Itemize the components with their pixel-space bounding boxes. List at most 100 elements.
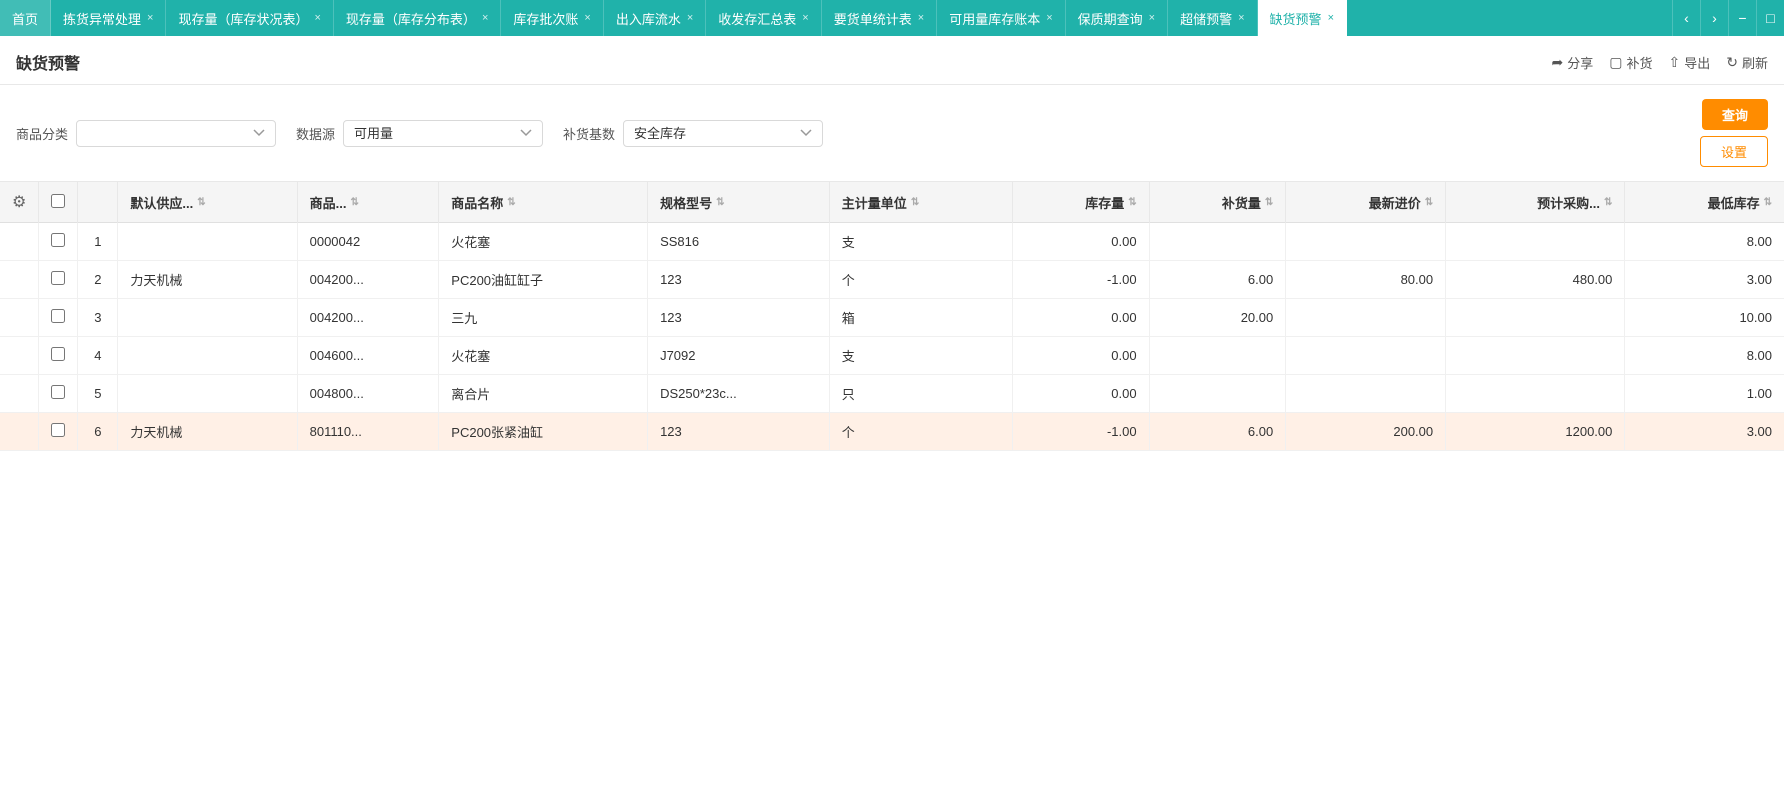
row-estimated-purchase-2 bbox=[1446, 299, 1625, 337]
tab-recv-summary[interactable]: 收发存汇总表 × bbox=[706, 0, 821, 36]
sort-icon-latest-price: ⇅ bbox=[1425, 197, 1433, 208]
row-spec-2: 123 bbox=[648, 299, 830, 337]
row-checkbox-5[interactable] bbox=[51, 423, 65, 437]
replenish-button[interactable]: ▢ 补货 bbox=[1609, 53, 1652, 72]
tab-available-ledger[interactable]: 可用量库存账本 × bbox=[937, 0, 1065, 36]
tab-batch-account[interactable]: 库存批次账 × bbox=[501, 0, 603, 36]
settings-button[interactable]: 设置 bbox=[1700, 136, 1768, 167]
page-content: 缺货预警 ➦ 分享 ▢ 补货 ⇧ 导出 ↻ 刷新 商品分类 bbox=[0, 36, 1784, 796]
sort-icon-stock-qty: ⇅ bbox=[1128, 197, 1136, 208]
sort-estimated-purchase[interactable]: 预计采购... ⇅ bbox=[1537, 193, 1612, 212]
row-goods-name-4: 离合片 bbox=[439, 375, 648, 413]
table-body: 1 0000042 火花塞 SS816 支 0.00 8.00 2 力天机械 0… bbox=[0, 223, 1784, 451]
sort-icon-unit: ⇅ bbox=[911, 197, 919, 208]
row-gear-cell bbox=[0, 413, 39, 451]
refresh-button[interactable]: ↻ 刷新 bbox=[1726, 53, 1768, 72]
row-checkbox-3[interactable] bbox=[51, 347, 65, 361]
tab-home[interactable]: 首页 bbox=[0, 0, 51, 36]
row-checkbox-0[interactable] bbox=[51, 233, 65, 247]
row-gear-cell bbox=[0, 261, 39, 299]
sort-spec[interactable]: 规格型号 ⇅ bbox=[660, 193, 724, 212]
tab-close-inout-flow[interactable]: × bbox=[687, 12, 693, 24]
table-row: 4 004600... 火花塞 J7092 支 0.00 8.00 bbox=[0, 337, 1784, 375]
table-row: 2 力天机械 004200... PC200油缸缸子 123 个 -1.00 6… bbox=[0, 261, 1784, 299]
row-latest-price-3 bbox=[1286, 337, 1446, 375]
sort-goods-code[interactable]: 商品... ⇅ bbox=[310, 193, 359, 212]
table-settings-btn[interactable]: ⚙ bbox=[12, 192, 26, 212]
datasource-select[interactable]: 可用量 bbox=[343, 120, 543, 147]
refresh-icon: ↻ bbox=[1726, 54, 1738, 71]
column-replenish-qty: 补货量 ⇅ bbox=[1149, 182, 1286, 223]
table-header-row: ⚙ 默认供应... ⇅ 商品... bbox=[0, 182, 1784, 223]
tab-close-demand-stats[interactable]: × bbox=[918, 12, 924, 24]
row-replenish-qty-4 bbox=[1149, 375, 1286, 413]
row-num-5: 6 bbox=[78, 413, 118, 451]
page-header: 缺货预警 ➦ 分享 ▢ 补货 ⇧ 导出 ↻ 刷新 bbox=[0, 36, 1784, 85]
column-min-stock: 最低库存 ⇅ bbox=[1625, 182, 1784, 223]
row-latest-price-0 bbox=[1286, 223, 1446, 261]
sort-stock-qty[interactable]: 库存量 ⇅ bbox=[1085, 193, 1136, 212]
tab-shortage[interactable]: 缺货预警 × bbox=[1258, 0, 1347, 36]
row-min-stock-2: 10.00 bbox=[1625, 299, 1784, 337]
sort-icon-replenish-qty: ⇅ bbox=[1265, 197, 1273, 208]
row-goods-name-2: 三九 bbox=[439, 299, 648, 337]
tab-stock-dist[interactable]: 现存量（库存分布表） × bbox=[334, 0, 501, 36]
export-button[interactable]: ⇧ 导出 bbox=[1669, 53, 1711, 72]
row-estimated-purchase-0 bbox=[1446, 223, 1625, 261]
sort-icon-supplier: ⇅ bbox=[197, 197, 205, 208]
tab-demand-stats[interactable]: 要货单统计表 × bbox=[822, 0, 937, 36]
tab-close-recv-summary[interactable]: × bbox=[802, 12, 808, 24]
tab-inout-flow[interactable]: 出入库流水 × bbox=[604, 0, 706, 36]
table-row: 3 004200... 三九 123 箱 0.00 20.00 10.00 bbox=[0, 299, 1784, 337]
row-unit-0: 支 bbox=[829, 223, 1012, 261]
share-button[interactable]: ➦ 分享 bbox=[1552, 53, 1594, 72]
datasource-filter-group: 数据源 可用量 bbox=[296, 120, 543, 147]
row-spec-5: 123 bbox=[648, 413, 830, 451]
row-gear-cell bbox=[0, 337, 39, 375]
tab-close-batch-account[interactable]: × bbox=[584, 12, 590, 24]
column-supplier: 默认供应... ⇅ bbox=[118, 182, 297, 223]
tab-close-stock-status[interactable]: × bbox=[314, 12, 320, 24]
row-checkbox-cell bbox=[39, 223, 78, 261]
tab-overstock[interactable]: 超储预警 × bbox=[1168, 0, 1257, 36]
row-num-0: 1 bbox=[78, 223, 118, 261]
tab-maximize-btn[interactable]: □ bbox=[1756, 0, 1784, 36]
row-replenish-qty-5: 6.00 bbox=[1149, 413, 1286, 451]
row-checkbox-1[interactable] bbox=[51, 271, 65, 285]
column-goods-name: 商品名称 ⇅ bbox=[439, 182, 648, 223]
filter-area: 商品分类 数据源 可用量 补货基数 安全库存 查询 设置 bbox=[0, 85, 1784, 182]
tab-expiry-query[interactable]: 保质期查询 × bbox=[1066, 0, 1168, 36]
sort-latest-price[interactable]: 最新进价 ⇅ bbox=[1369, 193, 1433, 212]
sort-replenish-qty[interactable]: 补货量 ⇅ bbox=[1222, 193, 1273, 212]
tab-stock-status[interactable]: 现存量（库存状况表） × bbox=[166, 0, 333, 36]
row-goods-name-1: PC200油缸缸子 bbox=[439, 261, 648, 299]
category-select[interactable] bbox=[76, 120, 276, 147]
table-container: ⚙ 默认供应... ⇅ 商品... bbox=[0, 182, 1784, 451]
sort-min-stock[interactable]: 最低库存 ⇅ bbox=[1708, 193, 1772, 212]
tab-close-abnormal[interactable]: × bbox=[147, 12, 153, 24]
row-supplier-5: 力天机械 bbox=[118, 413, 297, 451]
tab-close-shortage[interactable]: × bbox=[1328, 12, 1334, 24]
sort-unit[interactable]: 主计量单位 ⇅ bbox=[842, 193, 919, 212]
replenish-icon: ▢ bbox=[1609, 54, 1622, 71]
tab-scroll-right-btn[interactable]: › bbox=[1700, 0, 1728, 36]
row-gear-cell bbox=[0, 375, 39, 413]
column-spec: 规格型号 ⇅ bbox=[648, 182, 830, 223]
tab-close-available-ledger[interactable]: × bbox=[1046, 12, 1052, 24]
query-button[interactable]: 查询 bbox=[1702, 99, 1768, 130]
sort-supplier[interactable]: 默认供应... ⇅ bbox=[130, 193, 205, 212]
row-spec-4: DS250*23c... bbox=[648, 375, 830, 413]
sort-goods-name[interactable]: 商品名称 ⇅ bbox=[451, 193, 515, 212]
tab-abnormal[interactable]: 拣货异常处理 × bbox=[51, 0, 166, 36]
tab-close-expiry-query[interactable]: × bbox=[1149, 12, 1155, 24]
column-gear: ⚙ bbox=[0, 182, 39, 223]
tab-close-overstock[interactable]: × bbox=[1238, 12, 1244, 24]
row-min-stock-4: 1.00 bbox=[1625, 375, 1784, 413]
replenish-base-select[interactable]: 安全库存 bbox=[623, 120, 823, 147]
row-checkbox-4[interactable] bbox=[51, 385, 65, 399]
tab-scroll-left-btn[interactable]: ‹ bbox=[1672, 0, 1700, 36]
row-checkbox-2[interactable] bbox=[51, 309, 65, 323]
select-all-checkbox[interactable] bbox=[51, 194, 65, 208]
tab-minimize-btn[interactable]: − bbox=[1728, 0, 1756, 36]
tab-close-stock-dist[interactable]: × bbox=[482, 12, 488, 24]
